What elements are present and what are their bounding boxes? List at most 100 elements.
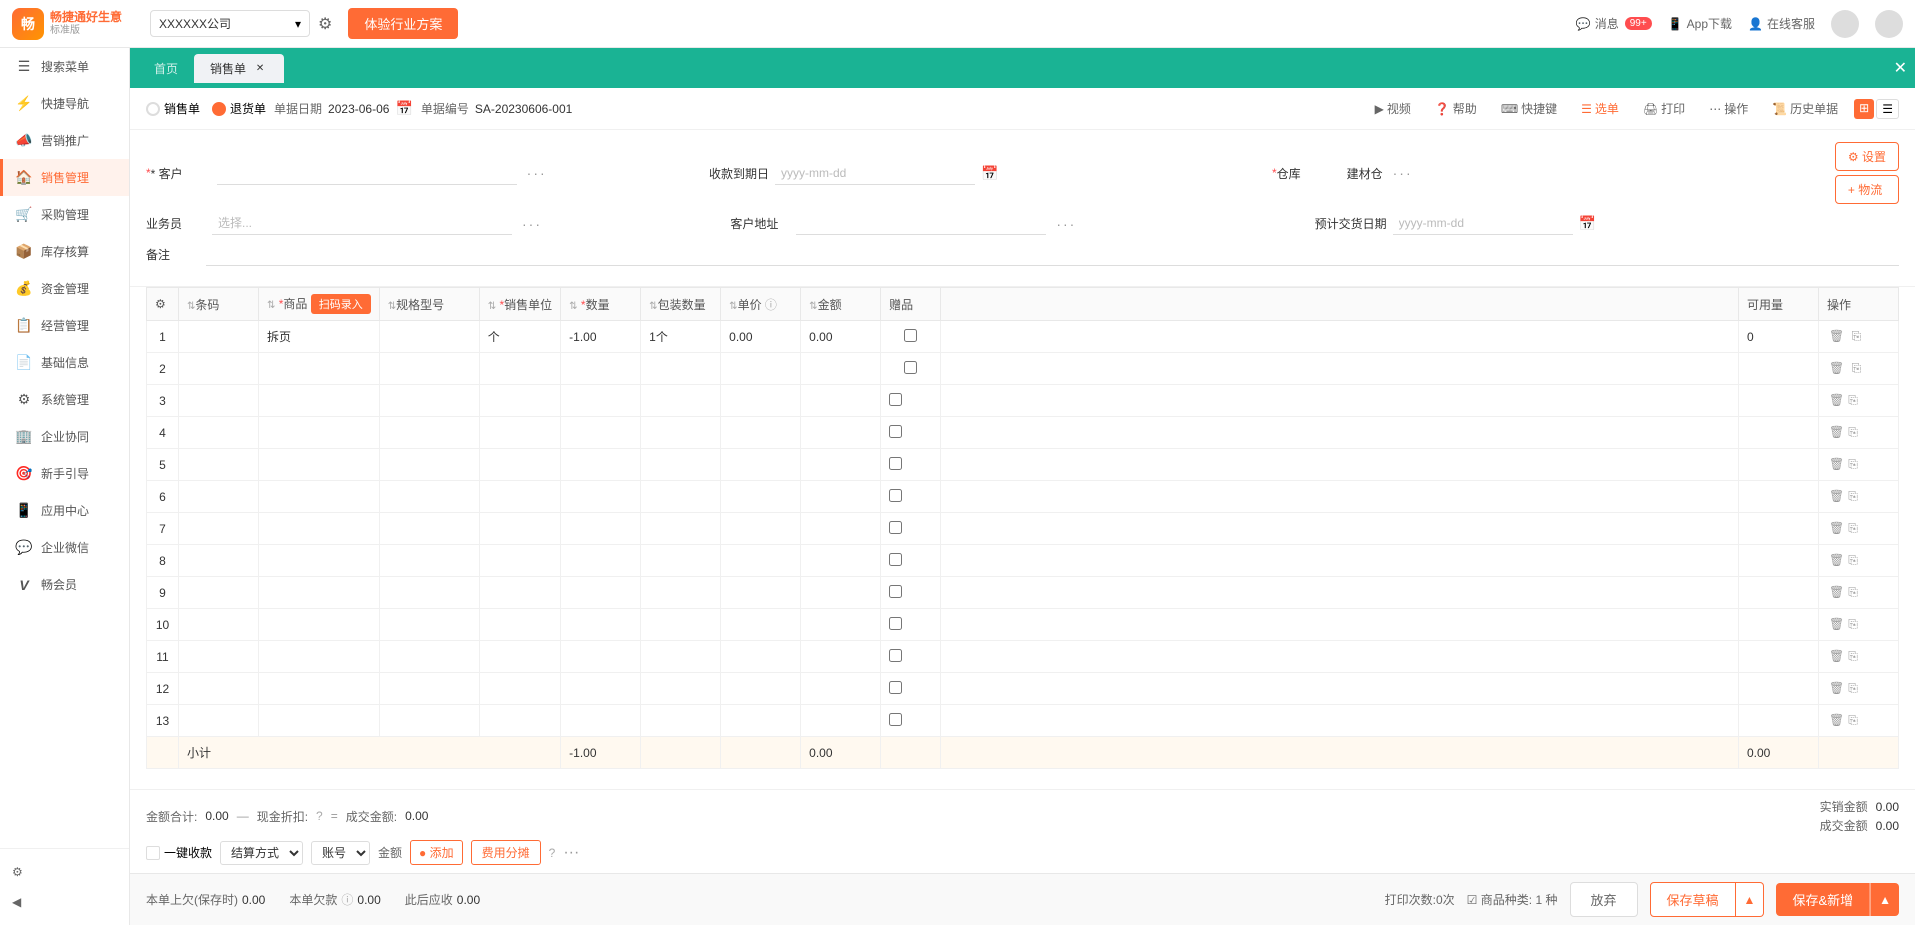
- scan-btn[interactable]: 扫码录入: [311, 294, 371, 314]
- row-2-gift[interactable]: [881, 353, 941, 385]
- row-6-delete-icon[interactable]: 🗑: [1829, 489, 1844, 503]
- row-2-pkgqty[interactable]: [641, 353, 721, 385]
- user-avatar-2[interactable]: [1875, 10, 1903, 38]
- online-service-btn[interactable]: 👤 在线客服: [1748, 15, 1815, 32]
- sidebar-item-enterprise[interactable]: 🏢 企业协同: [0, 418, 129, 455]
- th-unit-sort[interactable]: ⇅: [488, 301, 496, 312]
- row-2-copy-icon[interactable]: ⎘: [1852, 361, 1862, 375]
- sidebar-collapse-btn[interactable]: ◀: [0, 887, 129, 917]
- sidebar-item-quick-nav[interactable]: ⚡ 快捷导航: [0, 85, 129, 122]
- select-btn[interactable]: ☰ 选单: [1573, 96, 1627, 121]
- row-13-gift-checkbox[interactable]: [889, 713, 902, 726]
- shortcut-btn[interactable]: ⌨ 快捷键: [1493, 96, 1565, 121]
- row-5-gift-checkbox[interactable]: [889, 457, 902, 470]
- row-1-goods[interactable]: 拆页: [259, 321, 380, 353]
- sidebar-item-basic-info[interactable]: 📄 基础信息: [0, 344, 129, 381]
- row-10-gift-checkbox[interactable]: [889, 617, 902, 630]
- video-btn[interactable]: ▶ 视频: [1367, 96, 1419, 121]
- goods-type-checkbox-icon[interactable]: ☑: [1467, 893, 1478, 907]
- row-13-copy-icon[interactable]: ⎘: [1848, 713, 1858, 727]
- total-owe-info-icon[interactable]: ⓘ: [341, 891, 353, 908]
- save-new-btn[interactable]: 保存&新增: [1776, 883, 1870, 916]
- expense-split-btn[interactable]: 费用分摊: [471, 840, 541, 865]
- radio-sales[interactable]: 销售单: [146, 100, 200, 117]
- row-12-delete-icon[interactable]: 🗑: [1829, 681, 1844, 695]
- row-1-amount[interactable]: 0.00: [801, 321, 881, 353]
- user-avatar[interactable]: [1831, 10, 1859, 38]
- dots-icon[interactable]: ···: [563, 844, 579, 862]
- row-12-copy-icon[interactable]: ⎘: [1848, 681, 1858, 695]
- discount-info-icon[interactable]: ?: [316, 809, 323, 823]
- row-2-amount[interactable]: [801, 353, 881, 385]
- sidebar-item-guide[interactable]: 🎯 新手引导: [0, 455, 129, 492]
- row-7-delete-icon[interactable]: 🗑: [1829, 521, 1844, 535]
- row-1-gift[interactable]: [881, 321, 941, 353]
- sidebar-item-purchase[interactable]: 🛒 采购管理: [0, 196, 129, 233]
- sidebar-item-sales[interactable]: 🏠 销售管理: [0, 159, 129, 196]
- account-select[interactable]: 账号: [311, 841, 370, 865]
- tab-sales-order[interactable]: 销售单 ✕: [194, 54, 284, 83]
- row-11-delete-icon[interactable]: 🗑: [1829, 649, 1844, 663]
- th-amount-sort[interactable]: ⇅: [809, 301, 817, 312]
- row-2-gift-checkbox[interactable]: [904, 361, 917, 374]
- row-7-gift-checkbox[interactable]: [889, 521, 902, 534]
- row-9-gift-checkbox[interactable]: [889, 585, 902, 598]
- row-4-gift-checkbox[interactable]: [889, 425, 902, 438]
- row-5-delete-icon[interactable]: 🗑: [1829, 457, 1844, 471]
- notes-input[interactable]: [206, 243, 1899, 266]
- operate-btn[interactable]: ⋯ 操作: [1701, 96, 1756, 121]
- row-9-copy-icon[interactable]: ⎘: [1848, 585, 1858, 599]
- trial-button[interactable]: 体验行业方案: [348, 8, 458, 39]
- row-2-qty[interactable]: [561, 353, 641, 385]
- row-12-gift-checkbox[interactable]: [889, 681, 902, 694]
- history-btn[interactable]: 📜 历史单据: [1764, 96, 1846, 121]
- customer-address-dots-btn[interactable]: ···: [1052, 214, 1080, 234]
- row-2-delete-icon[interactable]: 🗑: [1829, 361, 1844, 375]
- one-click-payment-checkbox[interactable]: 一键收款: [146, 844, 212, 861]
- row-1-price[interactable]: 0.00: [721, 321, 801, 353]
- row-3-copy-icon[interactable]: ⎘: [1848, 393, 1858, 407]
- row-7-copy-icon[interactable]: ⎘: [1848, 521, 1858, 535]
- row-1-copy-icon[interactable]: ⎘: [1852, 329, 1862, 343]
- radio-return[interactable]: 退货单: [212, 100, 266, 117]
- customer-address-input[interactable]: [796, 212, 1046, 235]
- row-1-unit[interactable]: 个: [479, 321, 560, 353]
- th-qty-sort[interactable]: ⇅: [569, 301, 577, 312]
- row-1-delete-icon[interactable]: 🗑: [1829, 329, 1844, 343]
- save-draft-btn[interactable]: 保存草稿: [1650, 882, 1736, 917]
- row-6-copy-icon[interactable]: ⎘: [1848, 489, 1858, 503]
- row-2-unit[interactable]: [479, 353, 560, 385]
- sidebar-item-search[interactable]: ☰ 搜索菜单: [0, 48, 129, 85]
- payment-method-select[interactable]: 结算方式: [220, 841, 303, 865]
- row-1-pkgqty[interactable]: 1个: [641, 321, 721, 353]
- salesman-dots-btn[interactable]: ···: [518, 214, 546, 234]
- row-2-spec[interactable]: [379, 353, 479, 385]
- th-barcode-sort[interactable]: ⇅: [187, 301, 195, 312]
- th-gear[interactable]: ⚙: [147, 288, 179, 321]
- sidebar-settings-btn[interactable]: ⚙: [0, 857, 129, 887]
- discard-btn[interactable]: 放弃: [1570, 882, 1638, 917]
- row-8-copy-icon[interactable]: ⎘: [1848, 553, 1858, 567]
- company-selector[interactable]: XXXXXX公司 ▾: [150, 10, 310, 37]
- expected-date-calendar-icon[interactable]: 📅: [1579, 215, 1596, 232]
- sidebar-item-operations[interactable]: 📋 经营管理: [0, 307, 129, 344]
- row-11-copy-icon[interactable]: ⎘: [1848, 649, 1858, 663]
- save-draft-arrow-btn[interactable]: ▲: [1736, 882, 1765, 917]
- th-pkgqty-sort[interactable]: ⇅: [649, 301, 657, 312]
- row-10-copy-icon[interactable]: ⎘: [1848, 617, 1858, 631]
- row-8-delete-icon[interactable]: 🗑: [1829, 553, 1844, 567]
- list-view-btn[interactable]: ☰: [1876, 99, 1899, 119]
- row-4-copy-icon[interactable]: ⎘: [1848, 425, 1858, 439]
- price-info-icon[interactable]: ⓘ: [765, 298, 777, 312]
- sidebar-item-member[interactable]: V 畅会员: [0, 566, 129, 603]
- add-payment-btn[interactable]: ● 添加: [410, 840, 463, 865]
- app-download-btn[interactable]: 📱 App下载: [1668, 15, 1732, 32]
- payment-date-calendar-icon[interactable]: 📅: [981, 165, 998, 182]
- tab-close-btn[interactable]: ✕: [252, 60, 268, 76]
- th-spec-sort[interactable]: ⇅: [388, 301, 396, 312]
- setting-btn[interactable]: ⚙ 设置: [1835, 142, 1899, 171]
- sidebar-item-marketing[interactable]: 📣 营销推广: [0, 122, 129, 159]
- header-settings-btn[interactable]: ⚙: [318, 14, 332, 34]
- row-8-gift-checkbox[interactable]: [889, 553, 902, 566]
- logistics-btn[interactable]: + 物流: [1835, 175, 1899, 204]
